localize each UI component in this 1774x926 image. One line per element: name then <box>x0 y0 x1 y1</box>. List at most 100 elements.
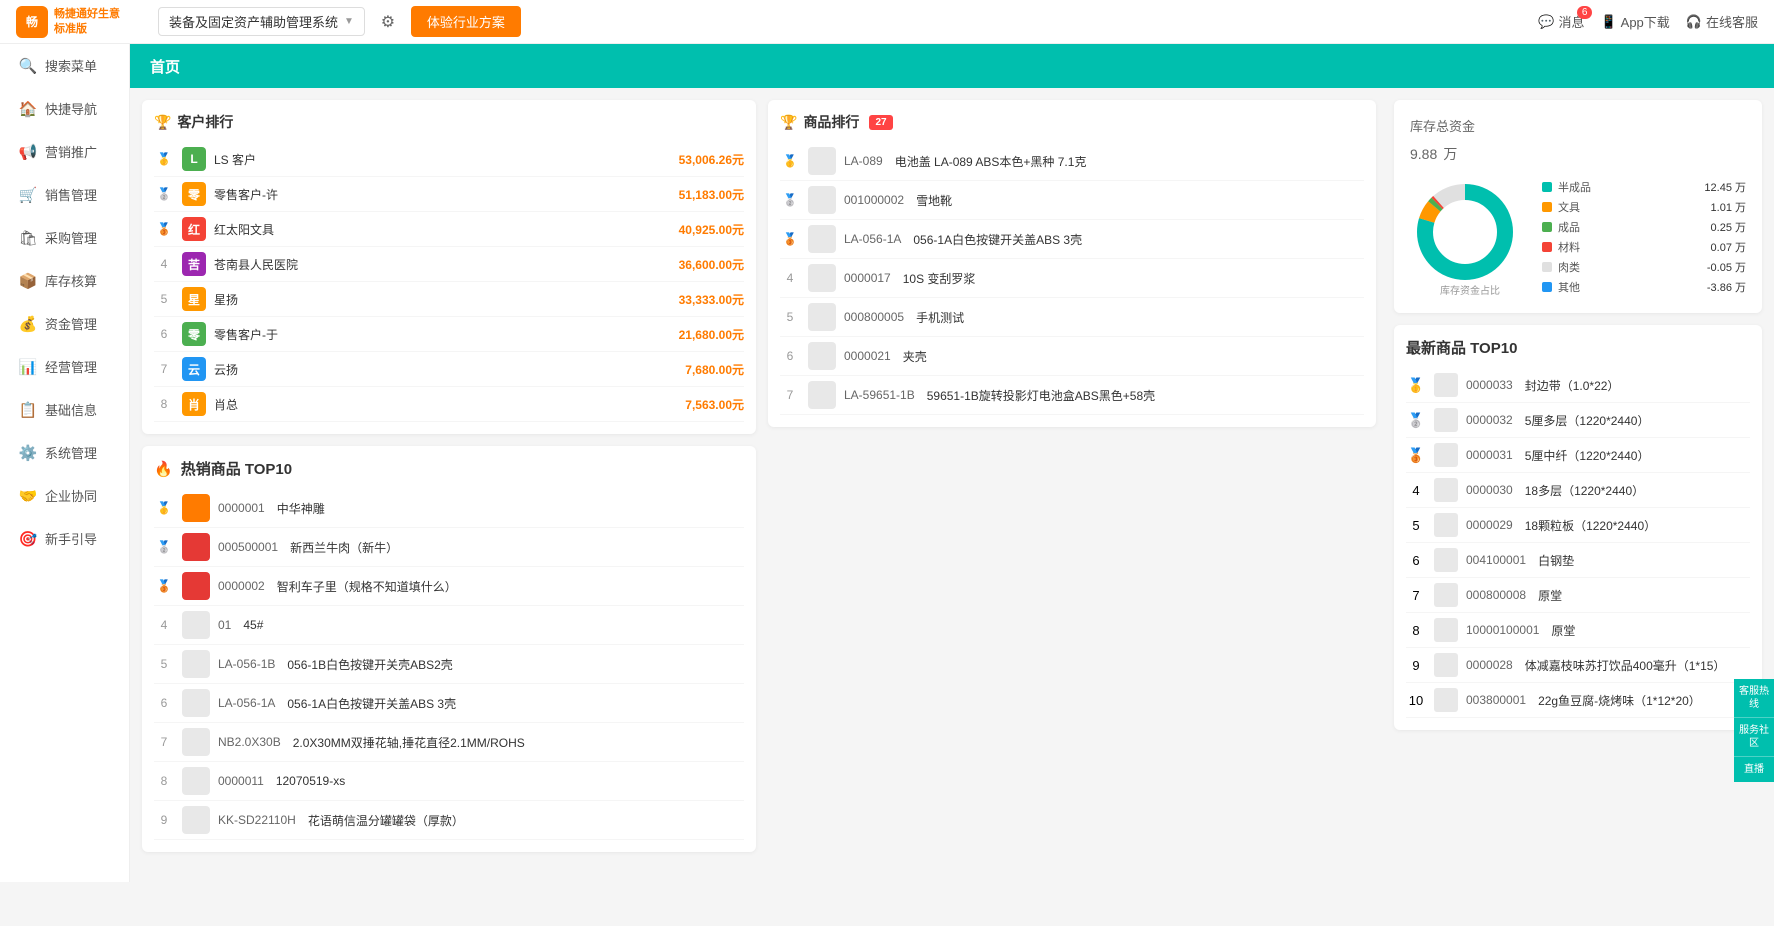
product-image <box>182 611 210 639</box>
customer-service-button[interactable]: 客服热线 <box>1734 679 1774 718</box>
system-selector: 装备及固定资产辅助管理系统 ▼ ⚙ 体验行业方案 <box>158 6 1526 37</box>
list-item: 9 0000028 体减嘉枝味苏打饮品400毫升（1*15） <box>1406 648 1750 683</box>
message-badge: 6 <box>1577 6 1593 19</box>
app-download-button[interactable]: 📱 App下载 <box>1600 12 1669 31</box>
guide-icon: 🎯 <box>19 530 37 548</box>
sidebar-item-finance[interactable]: 💰 资金管理 <box>0 302 129 345</box>
legend-color-dot <box>1542 202 1552 212</box>
legend-color-dot <box>1542 262 1552 272</box>
product-image <box>808 186 836 214</box>
message-icon: 💬 <box>1538 14 1554 30</box>
right-column: 库存总资金 9.88 万 <box>1382 100 1762 864</box>
legend-color-dot <box>1542 182 1552 192</box>
sidebar-item-marketing[interactable]: 📢 营销推广 <box>0 130 129 173</box>
page-title: 首页 <box>150 56 180 77</box>
hot-products-list: 🥇 0000001 中华神雕 🥈 000500001 新西兰牛肉（新牛） 🥉 <box>154 489 744 840</box>
bag-icon: 🛍 <box>19 229 37 247</box>
megaphone-icon: 📢 <box>19 143 37 161</box>
sidebar-item-sales[interactable]: 🛒 销售管理 <box>0 173 129 216</box>
settings-button[interactable]: ⚙ <box>373 7 403 37</box>
list-item: 7 000800008 原堂 <box>1406 578 1750 613</box>
product-image <box>808 342 836 370</box>
product-image <box>1434 653 1458 677</box>
box-icon: 📦 <box>19 272 37 290</box>
list-item: 🥇 0000033 封边带（1.0*22） <box>1406 368 1750 403</box>
avatar: 肖 <box>182 392 206 416</box>
product-image <box>1434 688 1458 712</box>
list-item: 🥈 0000032 5厘多层（1220*2440） <box>1406 403 1750 438</box>
list-item: 7 云 云扬 7,680.00元 <box>154 352 744 387</box>
product-image <box>808 225 836 253</box>
product-image <box>808 147 836 175</box>
content-grid: 🏆 客户排行 🥇 L LS 客户 53,006.26元 🥈 零 零售客户-许 5 <box>130 88 1774 876</box>
topbar: 畅 畅捷通好生意 标准版 装备及固定资产辅助管理系统 ▼ ⚙ 体验行业方案 💬 … <box>0 0 1774 44</box>
legend-item: 半成品 12.45 万 <box>1542 179 1746 195</box>
logo-text: 畅捷通好生意 标准版 <box>54 7 120 36</box>
list-item: 4 0000030 18多层（1220*2440） <box>1406 473 1750 508</box>
avatar: 零 <box>182 182 206 206</box>
sidebar-item-operations[interactable]: 📊 经营管理 <box>0 345 129 388</box>
online-service-button[interactable]: 🎧 在线客服 <box>1686 12 1758 31</box>
list-item: 8 肖 肖总 7,563.00元 <box>154 387 744 422</box>
message-button[interactable]: 💬 消息 6 <box>1538 12 1584 31</box>
headset-icon: 🎧 <box>1686 14 1702 30</box>
legend-item: 其他 -3.86 万 <box>1542 279 1746 295</box>
sidebar-item-collab[interactable]: 🤝 企业协同 <box>0 474 129 517</box>
customer-rank-list: 🥇 L LS 客户 53,006.26元 🥈 零 零售客户-许 51,183.0… <box>154 142 744 422</box>
sidebar-item-guide[interactable]: 🎯 新手引导 <box>0 517 129 560</box>
fire-icon: 🔥 <box>154 460 173 478</box>
product-image <box>1434 548 1458 572</box>
product-image <box>808 381 836 409</box>
product-image <box>1434 408 1458 432</box>
list-item: 7 NB2.0X30B 2.0X30MM双捶花轴,捶花直径2.1MM/ROHS <box>154 723 744 762</box>
product-image <box>182 806 210 834</box>
list-item: 10 003800001 22g鱼豆腐-烧烤味（1*12*20） <box>1406 683 1750 718</box>
sidebar-item-quicknav[interactable]: 🏠 快捷导航 <box>0 87 129 130</box>
list-item: 8 10000100001 原堂 <box>1406 613 1750 648</box>
list-item: 🥈 零 零售客户-许 51,183.00元 <box>154 177 744 212</box>
product-image <box>808 303 836 331</box>
middle-column: 🏆 商品排行 27 🥇 LA-089 电池盖 LA-089 ABS本色+黑种 7… <box>762 100 1382 864</box>
sidebar: 🔍 搜索菜单 🏠 快捷导航 📢 营销推广 🛒 销售管理 🛍 采购管理 📦 库存核… <box>0 44 130 882</box>
customer-rank-card: 🏆 客户排行 🥇 L LS 客户 53,006.26元 🥈 零 零售客户-许 5 <box>142 100 756 434</box>
list-item: 5 000800005 手机测试 <box>780 298 1364 337</box>
list-item: 🥈 001000002 雪地靴 <box>780 181 1364 220</box>
legend-item: 文具 1.01 万 <box>1542 199 1746 215</box>
chevron-down-icon: ▼ <box>344 16 354 27</box>
page-header: 首页 <box>130 44 1774 88</box>
live-button[interactable]: 直播 <box>1734 757 1774 782</box>
list-item: 5 0000029 18颗粒板（1220*2440） <box>1406 508 1750 543</box>
inventory-chart: 库存资金占比 半成品 12.45 万 文具 1.01 万 <box>1410 177 1746 297</box>
sidebar-item-search[interactable]: 🔍 搜索菜单 <box>0 44 129 87</box>
product-rank-card: 🏆 商品排行 27 🥇 LA-089 电池盖 LA-089 ABS本色+黑种 7… <box>768 100 1376 427</box>
handshake-icon: 🤝 <box>19 487 37 505</box>
home-icon: 🏠 <box>19 100 37 118</box>
list-item: 6 LA-056-1A 056-1A白色按键开关盖ABS 3壳 <box>154 684 744 723</box>
system-name-display[interactable]: 装备及固定资产辅助管理系统 ▼ <box>158 7 365 36</box>
donut-label: 库存资金占比 <box>1410 282 1530 297</box>
new-products-list: 🥇 0000033 封边带（1.0*22） 🥈 0000032 5厘多层（122… <box>1406 368 1750 718</box>
legend-color-dot <box>1542 242 1552 252</box>
sidebar-item-inventory[interactable]: 📦 库存核算 <box>0 259 129 302</box>
trophy-icon-2: 🏆 <box>780 114 797 131</box>
list-item: 6 004100001 白钢垫 <box>1406 543 1750 578</box>
money-icon: 💰 <box>19 315 37 333</box>
topbar-right: 💬 消息 6 📱 App下载 🎧 在线客服 <box>1538 12 1758 31</box>
legend-item: 材料 0.07 万 <box>1542 239 1746 255</box>
sidebar-item-purchase[interactable]: 🛍 采购管理 <box>0 216 129 259</box>
list-item: 5 LA-056-1B 056-1B白色按键开关壳ABS2壳 <box>154 645 744 684</box>
product-image <box>808 264 836 292</box>
sidebar-item-system[interactable]: ⚙️ 系统管理 <box>0 431 129 474</box>
sidebar-item-basics[interactable]: 📋 基础信息 <box>0 388 129 431</box>
phone-icon: 📱 <box>1600 14 1616 30</box>
service-community-button[interactable]: 服务社区 <box>1734 718 1774 757</box>
trial-button[interactable]: 体验行业方案 <box>411 6 521 37</box>
list-item: 🥇 LA-089 电池盖 LA-089 ABS本色+黑种 7.1克 <box>780 142 1364 181</box>
list-item: 🥈 000500001 新西兰牛肉（新牛） <box>154 528 744 567</box>
logo-icon: 畅 <box>16 6 48 38</box>
product-image <box>1434 478 1458 502</box>
customer-rank-title: 🏆 客户排行 <box>154 112 744 132</box>
chart-icon: 📊 <box>19 358 37 376</box>
new-products-title: 最新商品 TOP10 <box>1406 337 1750 358</box>
main-content: 首页 🏆 客户排行 🥇 L LS 客户 53,006.26元 <box>130 44 1774 876</box>
